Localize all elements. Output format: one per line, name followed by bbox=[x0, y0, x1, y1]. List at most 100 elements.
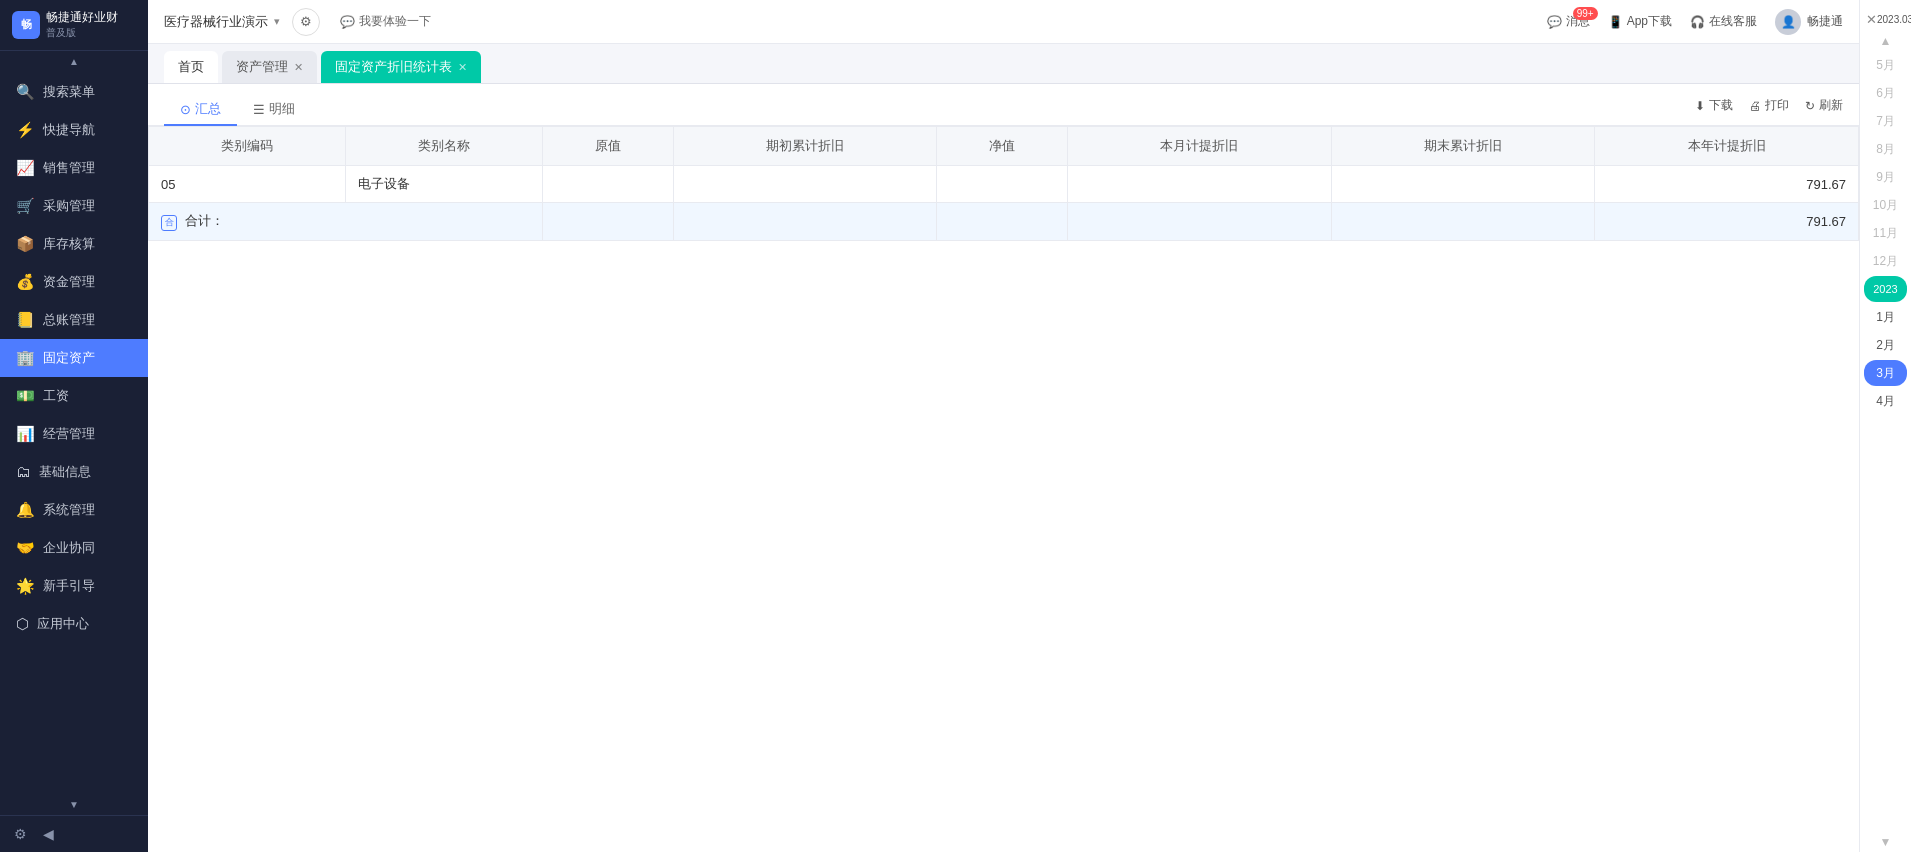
panel-month-8[interactable]: 8月 bbox=[1864, 136, 1907, 162]
sidebar-item-sales[interactable]: 📈 销售管理 bbox=[0, 149, 148, 187]
panel-year-date: 2023.03 bbox=[1877, 14, 1911, 25]
total-period-end-accum bbox=[1331, 203, 1595, 241]
col-initial-accum: 期初累计折旧 bbox=[673, 127, 937, 166]
app-download-button[interactable]: 📱 App下载 bbox=[1608, 13, 1672, 30]
panel-month-1[interactable]: 1月 bbox=[1864, 304, 1907, 330]
panel-close-button[interactable]: ✕ bbox=[1866, 12, 1877, 27]
refresh-button[interactable]: ↻ 刷新 bbox=[1805, 97, 1843, 114]
table-container: 类别编码 类别名称 原值 期初累计折旧 净值 本月计提折旧 期末累计折旧 本年计… bbox=[148, 126, 1859, 852]
tab-fixed-asset-depreciation[interactable]: 固定资产折旧统计表 ✕ bbox=[321, 51, 481, 83]
row-initial-accum bbox=[673, 166, 937, 203]
sidebar-item-guide[interactable]: 🌟 新手引导 bbox=[0, 567, 148, 605]
scroll-down-arrow[interactable]: ▼ bbox=[67, 797, 81, 811]
panel-month-2[interactable]: 2月 bbox=[1864, 332, 1907, 358]
sidebar-item-finance[interactable]: 💰 资金管理 bbox=[0, 263, 148, 301]
tab-home[interactable]: 首页 bbox=[164, 51, 218, 83]
panel-month-7[interactable]: 7月 bbox=[1864, 108, 1907, 134]
main-area: 医疗器械行业演示 ▾ ⚙ 💬 我要体验一下 💬 消息 99+ 📱 App下载 🎧… bbox=[148, 0, 1859, 852]
detail-tab-icon: ☰ bbox=[253, 102, 265, 117]
panel-months: 5月 6月 7月 8月 9月 10月 11月 12月 2023 1月 2月 3月… bbox=[1860, 51, 1911, 832]
sidebar-item-label: 搜索菜单 bbox=[43, 83, 95, 101]
sidebar-item-label: 企业协同 bbox=[43, 539, 95, 557]
online-service-button[interactable]: 🎧 在线客服 bbox=[1690, 13, 1757, 30]
sidebar-footer: ⚙ ◀ bbox=[0, 815, 148, 852]
avatar: 👤 bbox=[1775, 9, 1801, 35]
sidebar-item-ledger[interactable]: 📒 总账管理 bbox=[0, 301, 148, 339]
panel-header: ✕ 2023.03 ⤢ bbox=[1860, 8, 1911, 31]
print-button[interactable]: 🖨 打印 bbox=[1749, 97, 1789, 114]
sidebar-item-inventory[interactable]: 📦 库存核算 bbox=[0, 225, 148, 263]
app-download-icon: 📱 bbox=[1608, 15, 1623, 29]
payroll-icon: 💵 bbox=[16, 387, 35, 405]
print-label: 打印 bbox=[1765, 97, 1789, 114]
notifications-button[interactable]: 💬 消息 99+ bbox=[1547, 13, 1590, 30]
sales-icon: 📈 bbox=[16, 159, 35, 177]
panel-month-12[interactable]: 12月 bbox=[1864, 248, 1907, 274]
panel-month-10[interactable]: 10月 bbox=[1864, 192, 1907, 218]
guide-icon: 🌟 bbox=[16, 577, 35, 595]
col-code: 类别编码 bbox=[149, 127, 346, 166]
panel-month-9[interactable]: 9月 bbox=[1864, 164, 1907, 190]
tabbar: 首页 资产管理 ✕ 固定资产折旧统计表 ✕ bbox=[148, 44, 1859, 84]
sidebar-item-label: 快捷导航 bbox=[43, 121, 95, 139]
panel-month-5[interactable]: 5月 bbox=[1864, 52, 1907, 78]
col-net-value: 净值 bbox=[937, 127, 1068, 166]
topbar: 医疗器械行业演示 ▾ ⚙ 💬 我要体验一下 💬 消息 99+ 📱 App下载 🎧… bbox=[148, 0, 1859, 44]
download-button[interactable]: ⬇ 下载 bbox=[1695, 97, 1733, 114]
sidebar-item-label: 工资 bbox=[43, 387, 69, 405]
experience-button[interactable]: 💬 我要体验一下 bbox=[340, 13, 431, 30]
panel-month-4[interactable]: 4月 bbox=[1864, 388, 1907, 414]
purchase-icon: 🛒 bbox=[16, 197, 35, 215]
refresh-label: 刷新 bbox=[1819, 97, 1843, 114]
sidebar-item-sys-mgmt[interactable]: 🔔 系统管理 bbox=[0, 491, 148, 529]
sidebar-settings-icon[interactable]: ⚙ bbox=[14, 826, 27, 842]
sidebar-item-quick-nav[interactable]: ⚡ 快捷导航 bbox=[0, 111, 148, 149]
sidebar-scroll-down[interactable]: ▼ bbox=[0, 793, 148, 815]
total-original bbox=[543, 203, 674, 241]
panel-month-6[interactable]: 6月 bbox=[1864, 80, 1907, 106]
row-period-end-accum bbox=[1331, 166, 1595, 203]
sidebar-item-label: 资金管理 bbox=[43, 273, 95, 291]
sidebar-item-enterprise[interactable]: 🤝 企业协同 bbox=[0, 529, 148, 567]
enterprise-icon: 🤝 bbox=[16, 539, 35, 557]
sidebar-scroll-up[interactable]: ▲ bbox=[0, 51, 148, 73]
sidebar-item-purchase[interactable]: 🛒 采购管理 bbox=[0, 187, 148, 225]
panel-scroll-up[interactable]: ▲ bbox=[1860, 31, 1911, 51]
company-dropdown-arrow: ▾ bbox=[274, 15, 280, 28]
sidebar-item-search[interactable]: 🔍 搜索菜单 bbox=[0, 73, 148, 111]
basic-info-icon: 🗂 bbox=[16, 463, 31, 480]
panel-month-11[interactable]: 11月 bbox=[1864, 220, 1907, 246]
panel-scroll-down[interactable]: ▼ bbox=[1860, 832, 1911, 852]
sidebar-item-app-center[interactable]: ⬡ 应用中心 bbox=[0, 605, 148, 643]
company-selector[interactable]: 医疗器械行业演示 ▾ bbox=[164, 13, 280, 31]
user-icon: 👤 bbox=[1781, 15, 1796, 29]
scroll-up-arrow[interactable]: ▲ bbox=[67, 55, 81, 69]
tab-asset-mgmt-close[interactable]: ✕ bbox=[294, 61, 303, 74]
col-monthly-depr: 本月计提折旧 bbox=[1067, 127, 1331, 166]
sidebar-item-label: 系统管理 bbox=[43, 501, 95, 519]
summary-tab-icon: ⊙ bbox=[180, 102, 191, 117]
panel-month-3[interactable]: 3月 bbox=[1864, 360, 1907, 386]
search-menu-icon: 🔍 bbox=[16, 83, 35, 101]
sidebar-item-label: 应用中心 bbox=[37, 615, 89, 633]
tab-depreciation-close[interactable]: ✕ bbox=[458, 61, 467, 74]
panel-year-2023[interactable]: 2023 bbox=[1864, 276, 1907, 302]
sidebar-item-ops[interactable]: 📊 经营管理 bbox=[0, 415, 148, 453]
user-profile-button[interactable]: 👤 畅捷通 bbox=[1775, 9, 1843, 35]
total-row: 合 合计： 791.67 bbox=[149, 203, 1859, 241]
sidebar-item-payroll[interactable]: 💵 工资 bbox=[0, 377, 148, 415]
notifications-icon: 💬 bbox=[1547, 15, 1562, 29]
sidebar-collapse-icon[interactable]: ◀ bbox=[43, 826, 54, 842]
inner-tab-summary[interactable]: ⊙ 汇总 bbox=[164, 94, 237, 126]
inner-tab-detail[interactable]: ☰ 明细 bbox=[237, 94, 311, 126]
depreciation-table: 类别编码 类别名称 原值 期初累计折旧 净值 本月计提折旧 期末累计折旧 本年计… bbox=[148, 126, 1859, 241]
sidebar-item-basic-info[interactable]: 🗂 基础信息 bbox=[0, 453, 148, 491]
col-original: 原值 bbox=[543, 127, 674, 166]
username: 畅捷通 bbox=[1807, 13, 1843, 30]
sidebar-item-fixed-assets[interactable]: 🏢 固定资产 bbox=[0, 339, 148, 377]
topbar-settings-button[interactable]: ⚙ bbox=[292, 8, 320, 36]
tab-asset-mgmt[interactable]: 资产管理 ✕ bbox=[222, 51, 317, 83]
summary-tab-label: 汇总 bbox=[195, 100, 221, 118]
col-period-end-accum: 期末累计折旧 bbox=[1331, 127, 1595, 166]
row-annual-depr: 791.67 bbox=[1595, 166, 1859, 203]
